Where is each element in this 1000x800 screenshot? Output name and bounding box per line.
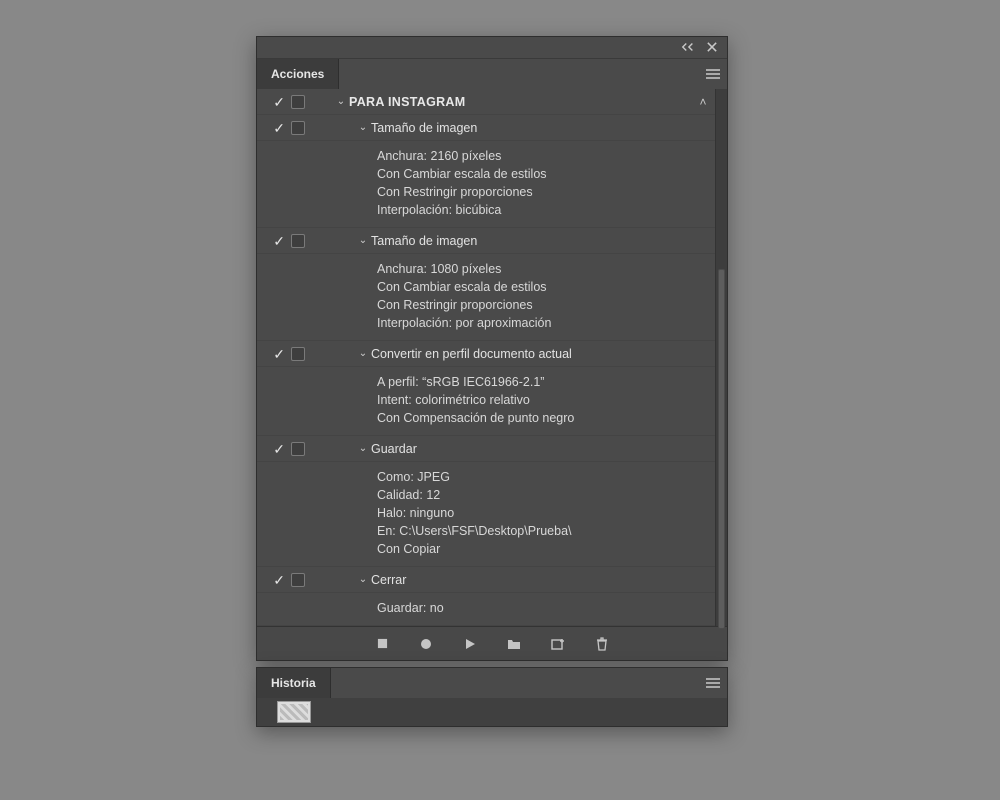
dialog-toggle[interactable] — [291, 442, 305, 456]
chevron-up-icon[interactable]: ˄ — [691, 95, 715, 109]
history-panel: Historia — [256, 667, 728, 727]
action-step-details: ✓Guardar: no — [257, 593, 715, 626]
new-action-icon[interactable] — [551, 637, 565, 651]
action-detail-line: Interpolación: bicúbica — [377, 201, 547, 219]
panel-tabbar: Acciones — [257, 59, 727, 89]
action-detail-line: Anchura: 1080 píxeles — [377, 260, 551, 278]
action-step-row[interactable]: ✓ ⌄Cerrar — [257, 567, 715, 593]
enabled-checkmark-icon[interactable]: ✓ — [273, 442, 285, 456]
dialog-toggle[interactable] — [291, 234, 305, 248]
record-icon[interactable] — [419, 637, 433, 651]
enabled-checkmark-icon[interactable]: ✓ — [273, 573, 285, 587]
actions-panel: Acciones ✓ ⌄ PARA INSTAGRAM ˄ — [256, 36, 728, 661]
action-detail-line: Con Copiar — [377, 540, 572, 558]
stop-icon[interactable] — [375, 637, 389, 651]
panel-tabbar: Historia — [257, 668, 727, 698]
action-detail-line: Con Compensación de punto negro — [377, 409, 574, 427]
history-body — [257, 698, 727, 726]
action-step-details: ✓Anchura: 2160 píxelesCon Cambiar escala… — [257, 141, 715, 228]
dialog-toggle[interactable] — [291, 95, 305, 109]
actions-list: ✓ ⌄ PARA INSTAGRAM ˄ ✓⌄Tamaño de imagen✓… — [257, 89, 715, 626]
tab-actions[interactable]: Acciones — [257, 59, 339, 89]
play-icon[interactable] — [463, 637, 477, 651]
action-detail-line: Halo: ninguno — [377, 504, 572, 522]
dialog-toggle[interactable] — [291, 573, 305, 587]
action-set-name: PARA INSTAGRAM — [349, 95, 465, 109]
chevron-down-icon[interactable]: ⌄ — [355, 443, 371, 454]
scrollbar-thumb[interactable] — [718, 269, 725, 629]
panel-menu-icon[interactable] — [699, 668, 727, 698]
action-detail-line: A perfil: “sRGB IEC61966-2.1” — [377, 373, 574, 391]
action-detail-line: Anchura: 2160 píxeles — [377, 147, 547, 165]
chevron-down-icon[interactable]: ⌄ — [333, 96, 349, 107]
close-icon[interactable] — [707, 42, 717, 54]
action-detail-line: Con Cambiar escala de estilos — [377, 165, 547, 183]
action-step-title: Cerrar — [371, 573, 406, 587]
collapse-icon[interactable] — [681, 42, 695, 54]
action-step-title: Convertir en perfil documento actual — [371, 347, 572, 361]
chevron-down-icon[interactable]: ⌄ — [355, 122, 371, 133]
action-step-details: ✓A perfil: “sRGB IEC61966-2.1”Intent: co… — [257, 367, 715, 436]
action-detail-line: Con Cambiar escala de estilos — [377, 278, 551, 296]
history-state-thumbnail[interactable] — [277, 701, 311, 723]
action-step-title: Tamaño de imagen — [371, 234, 477, 248]
panel-topbar — [257, 37, 727, 59]
action-detail-line: Intent: colorimétrico relativo — [377, 391, 574, 409]
panel-menu-icon[interactable] — [699, 59, 727, 89]
action-detail-line: Con Restringir proporciones — [377, 183, 547, 201]
action-step-title: Guardar — [371, 442, 417, 456]
action-step-row[interactable]: ✓ ⌄Tamaño de imagen — [257, 228, 715, 254]
chevron-down-icon[interactable]: ⌄ — [355, 235, 371, 246]
action-detail-line: Guardar: no — [377, 599, 444, 617]
enabled-checkmark-icon[interactable]: ✓ — [273, 121, 285, 135]
dialog-toggle[interactable] — [291, 347, 305, 361]
enabled-checkmark-icon[interactable]: ✓ — [273, 347, 285, 361]
action-detail-line: Como: JPEG — [377, 468, 572, 486]
actions-toolbar — [257, 626, 727, 660]
action-step-title: Tamaño de imagen — [371, 121, 477, 135]
enabled-checkmark-icon[interactable]: ✓ — [273, 234, 285, 248]
action-detail-line: Con Restringir proporciones — [377, 296, 551, 314]
enabled-checkmark-icon[interactable]: ✓ — [273, 95, 285, 109]
scrollbar[interactable] — [715, 89, 727, 626]
action-step-row[interactable]: ✓ ⌄Guardar — [257, 436, 715, 462]
action-detail-line: En: C:\Users\FSF\Desktop\Prueba\ — [377, 522, 572, 540]
action-step-row[interactable]: ✓ ⌄Tamaño de imagen — [257, 115, 715, 141]
action-step-row[interactable]: ✓ ⌄Convertir en perfil documento actual — [257, 341, 715, 367]
chevron-down-icon[interactable]: ⌄ — [355, 574, 371, 585]
action-set-row[interactable]: ✓ ⌄ PARA INSTAGRAM ˄ — [257, 89, 715, 115]
trash-icon[interactable] — [595, 637, 609, 651]
folder-icon[interactable] — [507, 637, 521, 651]
action-step-details: ✓Como: JPEGCalidad: 12Halo: ningunoEn: C… — [257, 462, 715, 567]
action-detail-line: Interpolación: por aproximación — [377, 314, 551, 332]
action-step-details: ✓Anchura: 1080 píxelesCon Cambiar escala… — [257, 254, 715, 341]
tab-history[interactable]: Historia — [257, 668, 331, 698]
dialog-toggle[interactable] — [291, 121, 305, 135]
action-detail-line: Calidad: 12 — [377, 486, 572, 504]
chevron-down-icon[interactable]: ⌄ — [355, 348, 371, 359]
